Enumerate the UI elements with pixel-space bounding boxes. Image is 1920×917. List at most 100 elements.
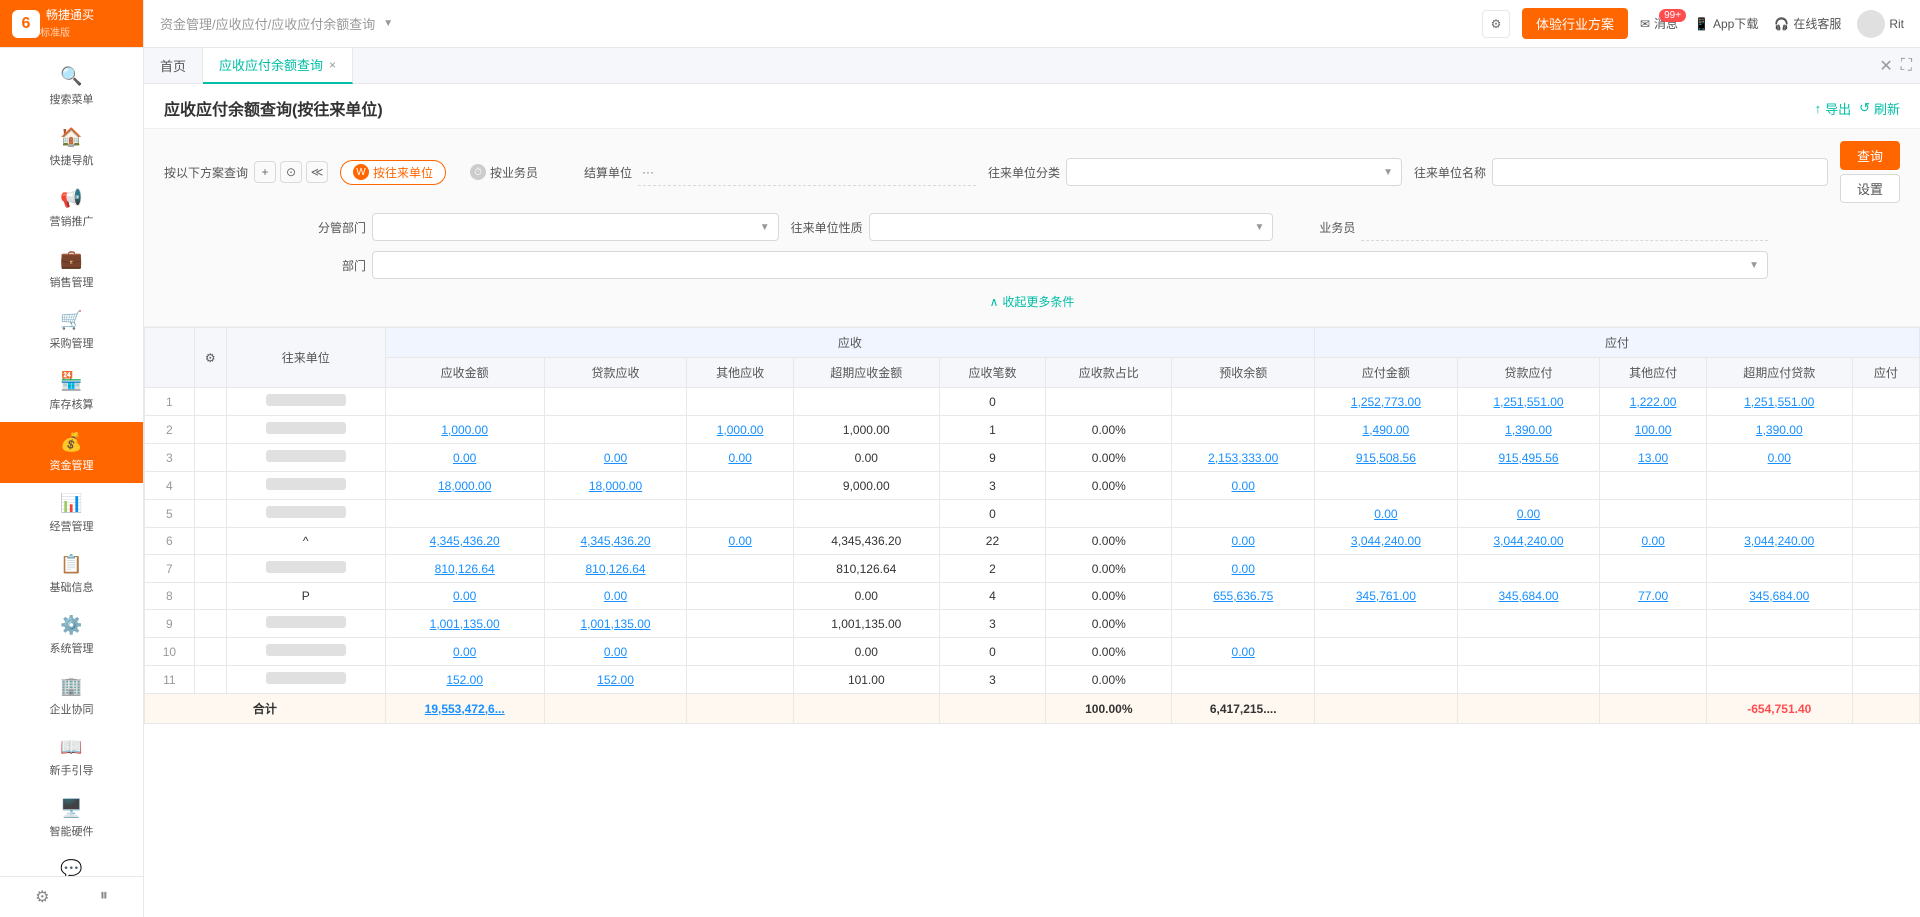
row-receivable-amt: 810,126.64	[385, 555, 544, 583]
settings-button[interactable]: ⚙	[1482, 10, 1510, 38]
cell-link[interactable]: 3,044,240.00	[1744, 534, 1814, 548]
laiwang-nature-select[interactable]: ▼	[869, 213, 1274, 241]
cell-link[interactable]: 18,000.00	[438, 479, 491, 493]
user-button[interactable]: Rit	[1857, 10, 1904, 38]
cell-link[interactable]: 1,252,773.00	[1351, 395, 1421, 409]
filter-by-staff-option[interactable]: ⏱ 按业务员	[458, 161, 550, 184]
query-button[interactable]: 查询	[1840, 141, 1900, 170]
filter-by-unit-option[interactable]: W 按往来单位	[340, 160, 446, 185]
sidebar-item-enterprise[interactable]: 🏢企业协同	[0, 666, 143, 727]
sidebar-item-base[interactable]: 📋基础信息	[0, 544, 143, 605]
cell-link[interactable]: 4,345,436.20	[580, 534, 650, 548]
business-staff-input[interactable]	[1361, 213, 1768, 241]
cell-link[interactable]: 100.00	[1635, 423, 1672, 437]
cell-link[interactable]: 345,761.00	[1356, 589, 1416, 603]
cell-link[interactable]: 0.00	[1232, 534, 1255, 548]
cell-link[interactable]: 13.00	[1638, 451, 1668, 465]
sidebar-item-search[interactable]: 🔍搜索菜单	[0, 56, 143, 117]
sidebar-item-finance[interactable]: 💰资金管理	[0, 422, 143, 483]
tab-close-window-icon[interactable]: ✕	[1879, 56, 1892, 76]
sidebar-item-purchase[interactable]: 🛒采购管理	[0, 300, 143, 361]
cell-link[interactable]: 345,684.00	[1499, 589, 1559, 603]
sidebar-item-sales[interactable]: 💼销售管理	[0, 239, 143, 300]
laiwang-class-select[interactable]: ▼	[1066, 158, 1402, 186]
cell-link[interactable]: 18,000.00	[589, 479, 642, 493]
footer-receivable-total[interactable]: 19,553,472,6...	[385, 694, 544, 724]
filter-edit-button[interactable]: ⊙	[280, 161, 302, 183]
filter-collapse-button[interactable]: ≪	[306, 161, 328, 183]
cell-link[interactable]: 0.00	[604, 451, 627, 465]
cell-link[interactable]: 0.00	[1768, 451, 1791, 465]
cell-link[interactable]: 0.00	[453, 589, 476, 603]
cell-link[interactable]: 1,251,551.00	[1744, 395, 1814, 409]
cell-link[interactable]: 2,153,333.00	[1208, 451, 1278, 465]
refresh-button[interactable]: ↺ 刷新	[1859, 99, 1900, 118]
cell-link[interactable]: 3,044,240.00	[1351, 534, 1421, 548]
cell-link[interactable]: 1,251,551.00	[1493, 395, 1563, 409]
cell-link[interactable]: 810,126.64	[435, 562, 495, 576]
cell-link[interactable]: 1,490.00	[1363, 423, 1410, 437]
cell-link[interactable]: 1,000.00	[717, 423, 764, 437]
laiwang-name-input[interactable]	[1492, 158, 1828, 186]
cell-link[interactable]: 915,495.56	[1499, 451, 1559, 465]
fenguan-dept-select[interactable]: ▼	[372, 213, 779, 241]
cell-link[interactable]: 1,222.00	[1630, 395, 1677, 409]
cell-link[interactable]: 1,390.00	[1756, 423, 1803, 437]
dept-select[interactable]: ▼	[372, 251, 1768, 279]
cell-link[interactable]: 0.00	[1517, 507, 1540, 521]
tab-home[interactable]: 首页	[144, 48, 203, 84]
setting-button[interactable]: 设置	[1840, 174, 1900, 203]
cell-link[interactable]: 0.00	[1232, 479, 1255, 493]
cell-link[interactable]: 152.00	[446, 673, 483, 687]
cell-link[interactable]: 1,000.00	[441, 423, 488, 437]
filter-add-button[interactable]: +	[254, 161, 276, 183]
cell-link[interactable]: 0.00	[453, 451, 476, 465]
cell-link[interactable]: 152.00	[597, 673, 634, 687]
cell-link[interactable]: 0.00	[604, 589, 627, 603]
sidebar-item-management[interactable]: 📊经营管理	[0, 483, 143, 544]
solution-button[interactable]: 体验行业方案	[1522, 8, 1628, 39]
sidebar-collapse-icon[interactable]: ⏸	[100, 887, 108, 907]
jiesuan-unit-input[interactable]	[638, 158, 976, 186]
sidebar-item-guide[interactable]: 📖新手引导	[0, 727, 143, 788]
row-loan-receivable	[544, 388, 687, 416]
cell-link[interactable]: 1,001,135.00	[430, 617, 500, 631]
cell-link[interactable]: 0.00	[1641, 534, 1664, 548]
cell-link[interactable]: 0.00	[1232, 562, 1255, 576]
collapse-button[interactable]: ∧ 收起更多条件	[164, 289, 1900, 314]
cell-link[interactable]: 3,044,240.00	[1493, 534, 1563, 548]
export-button[interactable]: ↑ 导出	[1815, 99, 1852, 118]
sidebar-item-nav[interactable]: 🏠快捷导航	[0, 117, 143, 178]
sidebar-settings-icon[interactable]: ⚙	[35, 887, 49, 907]
row-loan-payable	[1457, 610, 1600, 638]
cell-link[interactable]: 1,390.00	[1505, 423, 1552, 437]
cell-link[interactable]: 0.00	[728, 534, 751, 548]
cell-link[interactable]: 0.00	[1232, 645, 1255, 659]
tab-query[interactable]: 应收应付余额查询 ×	[203, 48, 353, 84]
cell-link[interactable]: 345,684.00	[1749, 589, 1809, 603]
th-settings[interactable]: ⚙	[194, 328, 226, 388]
cell-link[interactable]: 810,126.64	[586, 562, 646, 576]
search-area: 按以下方案查询 + ⊙ ≪ W 按往来单位 ⏱ 按业务员	[144, 129, 1920, 327]
sidebar-item-marketing[interactable]: 📢营销推广	[0, 178, 143, 239]
cell-link[interactable]: 0.00	[453, 645, 476, 659]
cell-link[interactable]: 915,508.56	[1356, 451, 1416, 465]
sidebar-item-hardware[interactable]: 🖥️智能硬件	[0, 788, 143, 849]
cell-link[interactable]: 4,345,436.20	[430, 534, 500, 548]
tab-maximize-icon[interactable]: ⛶	[1901, 57, 1912, 75]
app-download-button[interactable]: 📱 App下载	[1694, 15, 1758, 32]
cell-link[interactable]: 77.00	[1638, 589, 1668, 603]
cell-link[interactable]: 0.00	[604, 645, 627, 659]
cell-link[interactable]: 0.00	[728, 451, 751, 465]
laiwang-class-label: 往来单位分类	[988, 164, 1060, 181]
table-area[interactable]: ⚙ 往来单位 应收 应付 应收金额 贷款应收 其他应收 超期应收金额 应收笔数 …	[144, 327, 1920, 917]
cell-link[interactable]: 1,001,135.00	[580, 617, 650, 631]
online-service-button[interactable]: 🎧 在线客服	[1774, 15, 1841, 32]
sidebar-item-inventory[interactable]: 🏪库存核算	[0, 361, 143, 422]
cell-link[interactable]: 0.00	[1374, 507, 1397, 521]
cell-link[interactable]: 655,636.75	[1213, 589, 1273, 603]
message-button[interactable]: ✉ 消息 99+	[1640, 15, 1678, 32]
sidebar-item-system[interactable]: ⚙️系统管理	[0, 605, 143, 666]
sidebar-item-wechat[interactable]: 💬企业微信	[0, 849, 143, 876]
tab-close-icon[interactable]: ×	[329, 58, 336, 72]
